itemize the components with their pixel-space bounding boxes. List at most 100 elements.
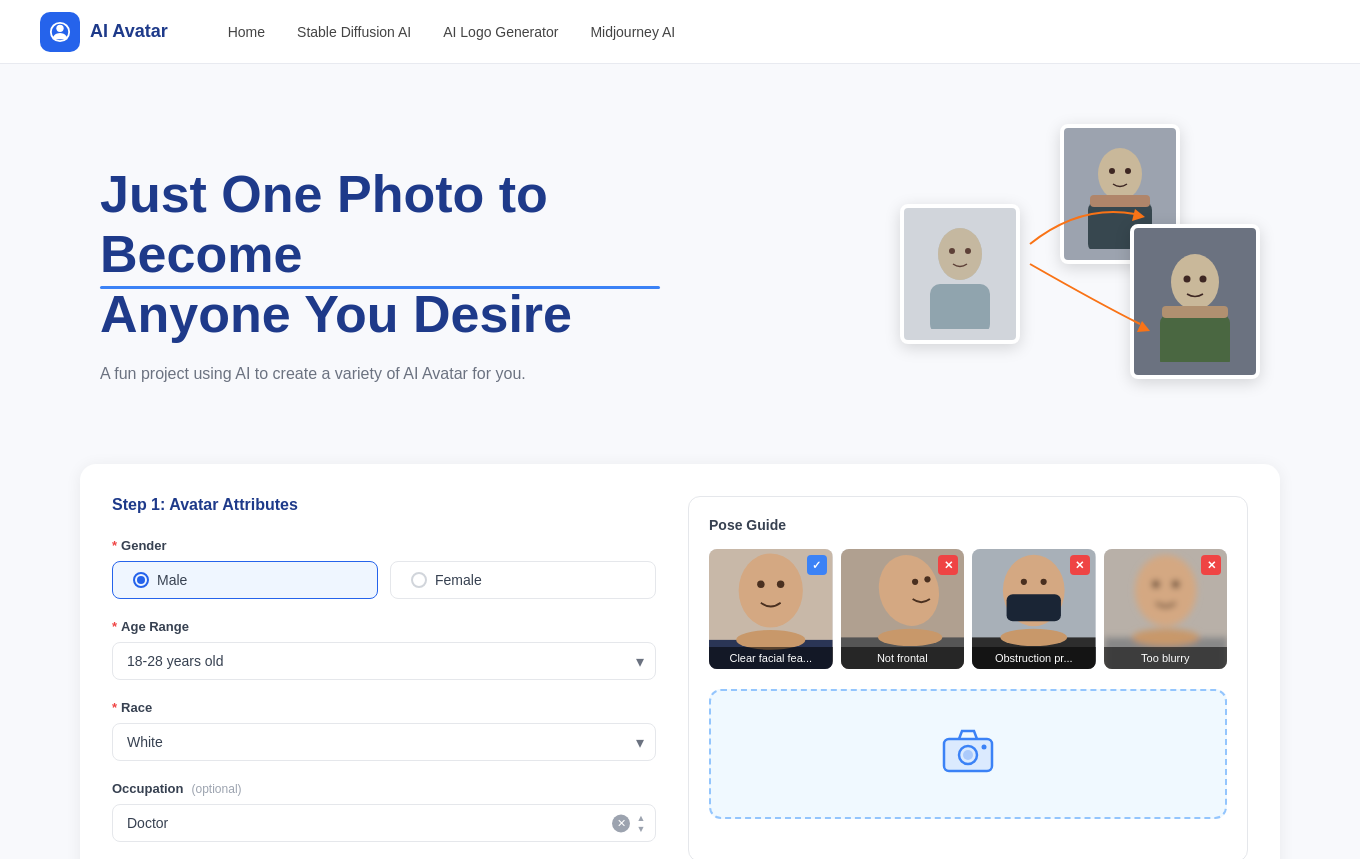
hero-section: Just One Photo to Become Anyone You Desi… [0,64,1360,464]
hero-text: Just One Photo to Become Anyone You Desi… [100,165,660,382]
svg-rect-13 [1160,314,1230,362]
age-label: * Age Range [112,619,656,634]
pose-badge-blurry: ✕ [1201,555,1221,575]
pose-label-obstruction: Obstruction pr... [972,647,1096,669]
svg-point-12 [1171,254,1219,310]
svg-point-22 [777,581,784,588]
occupation-up-arrow[interactable]: ▲ [634,813,648,823]
occupation-input-actions: ✕ ▲ ▼ [612,813,648,834]
gender-female-radio-dot [411,572,427,588]
occupation-stepper[interactable]: ▲ ▼ [634,813,648,834]
svg-point-40 [1152,581,1159,588]
pose-item-clear: ✓ Clear facial fea... [709,549,833,669]
pose-label-notfrontal: Not frontal [841,647,965,669]
logo-text: AI Avatar [90,21,168,42]
hero-subtitle: A fun project using AI to create a varie… [100,365,660,383]
race-field: * Race White Asian Black Hispanic Other … [112,700,656,761]
source-person-svg [920,219,1000,329]
svg-point-27 [912,579,918,585]
occupation-field: Occupation (optional) ✕ ▲ ▼ [112,781,656,842]
age-select[interactable]: 18-28 years old 29-39 years old 40-50 ye… [112,642,656,680]
main-section: Step 1: Avatar Attributes * Gender Male … [40,464,1320,859]
svg-point-37 [1000,629,1067,646]
pose-label-blurry: Too blurry [1104,647,1228,669]
occupation-clear-button[interactable]: ✕ [612,814,630,832]
svg-point-47 [982,744,987,749]
gender-female-label: Female [435,572,482,588]
occupation-label-text: Occupation [112,781,184,796]
step-title: Step 1: Avatar Attributes [112,496,656,514]
nav-links: Home Stable Diffusion AI AI Logo Generat… [228,20,676,44]
svg-point-6 [965,248,971,254]
gender-field: * Gender Male Female [112,538,656,599]
svg-point-7 [1098,148,1142,200]
hero-title: Just One Photo to Become Anyone You Desi… [100,165,660,344]
camera-svg [942,727,994,773]
age-required-star: * [112,619,117,634]
svg-point-41 [1171,581,1178,588]
occupation-input-wrap: ✕ ▲ ▼ [112,804,656,842]
hero-source-face [904,208,1016,340]
nav-link-midjourney[interactable]: Midjourney AI [590,20,675,44]
occupation-input[interactable] [112,804,656,842]
svg-point-14 [1184,275,1191,282]
svg-point-4 [938,228,982,280]
svg-point-0 [56,24,63,31]
logo-svg [49,21,71,43]
pose-label-clear: Clear facial fea... [709,647,833,669]
pose-guide-panel: Pose Guide ✓ Clear facial fea... [688,496,1248,859]
nav-link-home[interactable]: Home [228,20,265,44]
step-card: Step 1: Avatar Attributes * Gender Male … [80,464,1280,859]
svg-point-10 [1125,168,1131,174]
svg-point-28 [924,576,930,582]
svg-rect-11 [1090,195,1150,207]
pose-badge-clear: ✓ [807,555,827,575]
age-select-wrap: 18-28 years old 29-39 years old 40-50 ye… [112,642,656,680]
svg-point-9 [1109,168,1115,174]
pose-badge-obstruction: ✕ [1070,555,1090,575]
hero-images [900,124,1260,424]
hero-title-line1: Just One Photo to Become [100,165,660,285]
occupation-optional: (optional) [192,782,242,796]
svg-point-39 [1134,555,1196,627]
pose-item-notfrontal: ✕ Not frontal [841,549,965,669]
svg-point-21 [757,581,764,588]
nav-link-stable-diffusion[interactable]: Stable Diffusion AI [297,20,411,44]
pose-guide-title: Pose Guide [709,517,1227,533]
gender-male-option[interactable]: Male [112,561,378,599]
svg-point-15 [1200,275,1207,282]
age-field: * Age Range 18-28 years old 29-39 years … [112,619,656,680]
pose-examples: ✓ Clear facial fea... ✕ Not f [709,549,1227,669]
svg-point-33 [1021,579,1027,585]
logo[interactable]: AI Avatar [40,12,168,52]
pose-item-blurry: ✕ Too blurry [1104,549,1228,669]
race-label: * Race [112,700,656,715]
gender-label-text: Gender [121,538,167,553]
navbar: AI Avatar Home Stable Diffusion AI AI Lo… [0,0,1360,64]
form-panel: Step 1: Avatar Attributes * Gender Male … [112,496,656,859]
svg-rect-3 [930,284,990,329]
gender-required-star: * [112,538,117,553]
nav-link-logo-gen[interactable]: AI Logo Generator [443,20,558,44]
pose-badge-notfrontal: ✕ [938,555,958,575]
race-select-wrap: White Asian Black Hispanic Other ▾ [112,723,656,761]
race-required-star: * [112,700,117,715]
svg-point-20 [739,553,803,627]
svg-point-34 [1041,579,1047,585]
hero-result2-image [1130,224,1260,379]
hero-result2-face [1134,228,1256,375]
occupation-down-arrow[interactable]: ▼ [634,824,648,834]
gender-female-option[interactable]: Female [390,561,656,599]
gender-radio-group: Male Female [112,561,656,599]
pose-item-obstruction: ✕ Obstruction pr... [972,549,1096,669]
camera-icon [942,727,994,782]
svg-rect-16 [1162,306,1228,318]
svg-point-46 [963,750,973,760]
upload-area[interactable] [709,689,1227,819]
age-label-text: Age Range [121,619,189,634]
svg-point-43 [1132,629,1199,646]
race-select[interactable]: White Asian Black Hispanic Other [112,723,656,761]
hero-title-line2: Anyone You Desire [100,285,572,343]
svg-rect-35 [1007,594,1061,621]
race-label-text: Race [121,700,152,715]
